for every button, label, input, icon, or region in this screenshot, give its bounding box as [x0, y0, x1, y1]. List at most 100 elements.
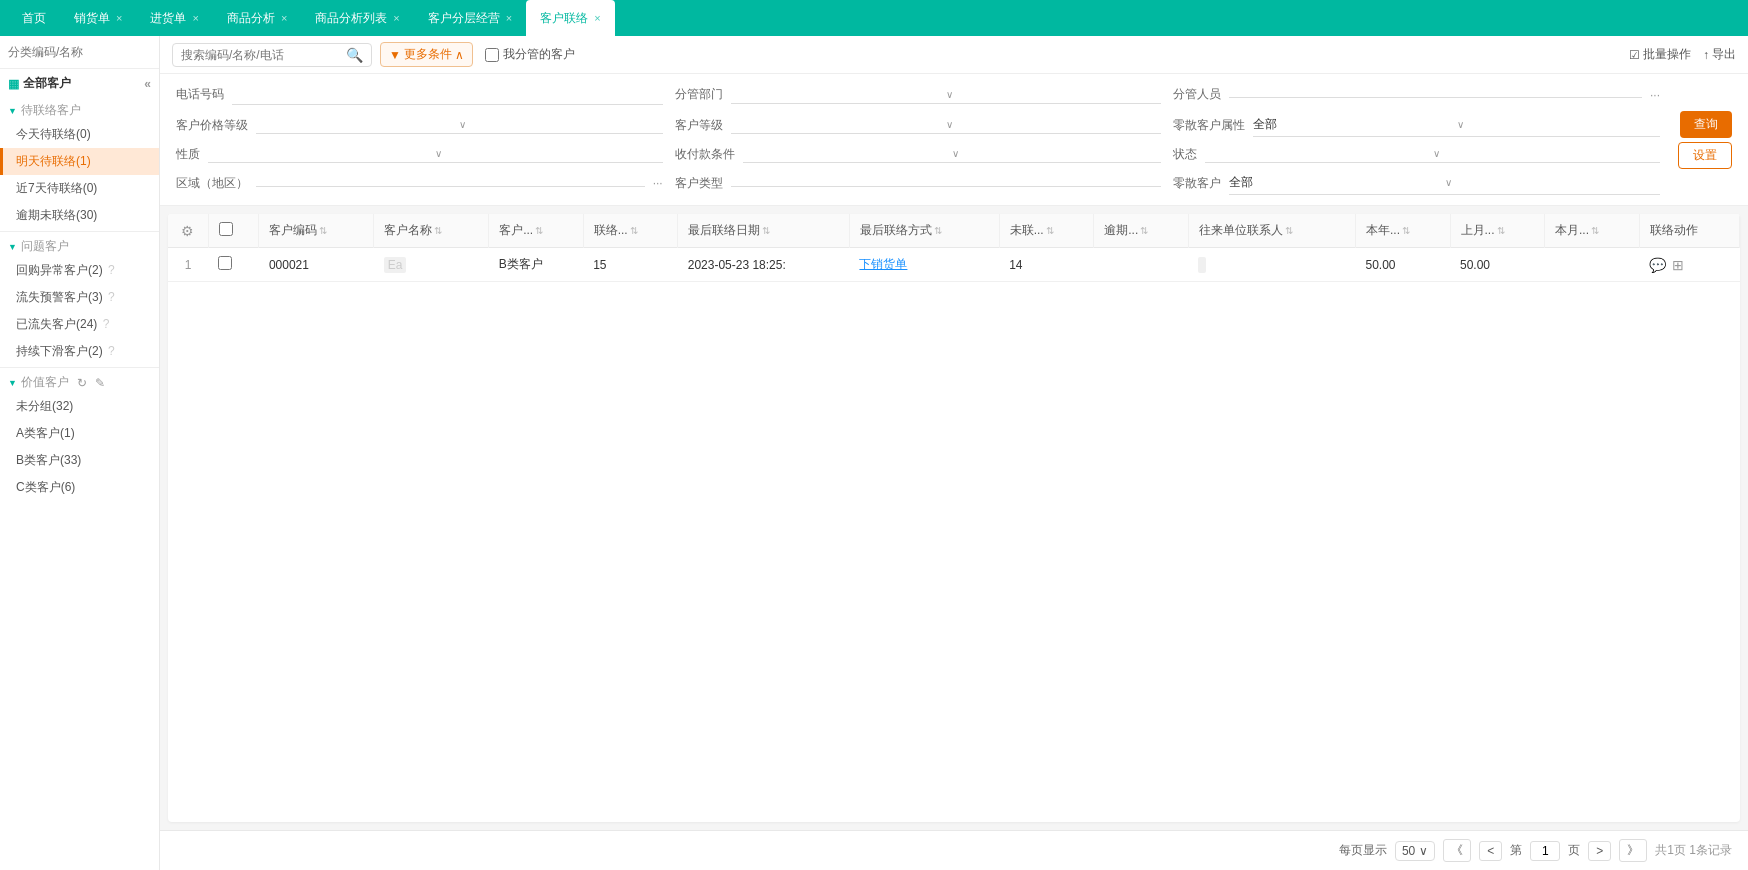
- region-select[interactable]: [256, 180, 645, 187]
- customer-type-select[interactable]: [731, 180, 1162, 187]
- nav-purchase[interactable]: 进货单 ×: [136, 0, 212, 36]
- query-btn[interactable]: 查询: [1680, 111, 1732, 138]
- last-page-btn[interactable]: 》: [1619, 839, 1647, 862]
- sidebar-item-churn-warn[interactable]: 流失预警客户(3) ?: [0, 284, 159, 311]
- payment-select[interactable]: ∨: [743, 145, 1162, 163]
- th-customer-type[interactable]: 客户... ⇅: [489, 214, 584, 248]
- td-checkbox[interactable]: [208, 248, 259, 282]
- td-this-year: 50.00: [1355, 248, 1450, 282]
- scatter-select[interactable]: 全部 ∨: [1229, 171, 1660, 195]
- search-input-wrap: 🔍: [172, 43, 372, 67]
- page-size-select[interactable]: 50 ∨: [1395, 841, 1435, 861]
- edit-icon[interactable]: ✎: [95, 376, 105, 390]
- th-last-contact-method[interactable]: 最后联络方式 ⇅: [849, 214, 999, 248]
- first-page-btn[interactable]: 《: [1443, 839, 1471, 862]
- th-code[interactable]: 客户编码 ⇅: [259, 214, 374, 248]
- bulk-action-btn[interactable]: ☑ 批量操作: [1629, 46, 1691, 63]
- price-grade-select[interactable]: ∨: [256, 116, 663, 134]
- sidebar-item-c-class[interactable]: C类客户(6): [0, 474, 159, 501]
- phone-input[interactable]: [232, 84, 663, 105]
- my-customers-check[interactable]: 我分管的客户: [485, 46, 575, 63]
- close-icon[interactable]: ×: [393, 12, 399, 24]
- td-customer-type: B类客户: [489, 248, 584, 282]
- triangle-icon: ▼: [8, 242, 17, 252]
- close-icon[interactable]: ×: [116, 12, 122, 24]
- next-page-btn[interactable]: >: [1588, 841, 1611, 861]
- close-icon[interactable]: ×: [594, 12, 600, 24]
- sidebar-item-declining[interactable]: 持续下滑客户(2) ?: [0, 338, 159, 365]
- my-customers-checkbox[interactable]: [485, 48, 499, 62]
- nav-analysis[interactable]: 商品分析 ×: [213, 0, 301, 36]
- nav-analysis-list[interactable]: 商品分析列表 ×: [301, 0, 413, 36]
- sort-icon: ⇅: [1285, 225, 1293, 236]
- th-last-month[interactable]: 上月... ⇅: [1450, 214, 1545, 248]
- dept-select[interactable]: ∨: [731, 86, 1162, 104]
- nav-customer-layer[interactable]: 客户分层经营 ×: [414, 0, 526, 36]
- nature-select[interactable]: ∨: [208, 145, 663, 163]
- sidebar-item-week[interactable]: 近7天待联络(0): [0, 175, 159, 202]
- sidebar-item-ungroup[interactable]: 未分组(32): [0, 393, 159, 420]
- search-icon[interactable]: 🔍: [346, 47, 363, 63]
- chat-icon[interactable]: 💬: [1649, 257, 1666, 273]
- sidebar: 🔍 ▦ 全部客户 « ▼ 待联络客户 今天待联络(0) 明天待联络(1) 近7天…: [0, 36, 160, 870]
- manager-select[interactable]: [1229, 91, 1642, 98]
- gear-icon[interactable]: ⚙: [181, 223, 194, 239]
- th-name[interactable]: 客户名称 ⇅: [374, 214, 489, 248]
- set-btn[interactable]: 设置: [1678, 142, 1732, 169]
- close-icon[interactable]: ×: [506, 12, 512, 24]
- th-unit-contact[interactable]: 往来单位联系人 ⇅: [1188, 214, 1355, 248]
- th-overdue[interactable]: 逾期... ⇅: [1094, 214, 1189, 248]
- more-icon[interactable]: ···: [1650, 88, 1660, 102]
- sort-icon: ⇅: [1402, 225, 1410, 236]
- sidebar-item-today[interactable]: 今天待联络(0): [0, 121, 159, 148]
- status-select[interactable]: ∨: [1205, 145, 1660, 163]
- contact-method-link[interactable]: 下销货单: [859, 257, 907, 271]
- sidebar-item-a-class[interactable]: A类客户(1): [0, 420, 159, 447]
- th-this-year[interactable]: 本年... ⇅: [1355, 214, 1450, 248]
- close-icon[interactable]: ×: [281, 12, 287, 24]
- search-input[interactable]: [181, 48, 346, 62]
- nav-home[interactable]: 首页: [8, 0, 60, 36]
- nav-customer-contact[interactable]: 客户联络 ×: [526, 0, 614, 36]
- th-last-contact-date[interactable]: 最后联络日期 ⇅: [678, 214, 850, 248]
- sort-icon: ⇅: [762, 225, 770, 236]
- scatter-attr-select[interactable]: 全部 ∨: [1253, 113, 1660, 137]
- select-all-checkbox[interactable]: [219, 222, 233, 236]
- refresh-icon[interactable]: ↻: [77, 376, 87, 390]
- sidebar-item-tomorrow[interactable]: 明天待联络(1): [0, 148, 159, 175]
- close-icon[interactable]: ×: [192, 12, 198, 24]
- page-input[interactable]: [1530, 841, 1560, 861]
- masked-unit-contact: [1198, 257, 1206, 273]
- th-contact[interactable]: 联络... ⇅: [583, 214, 678, 248]
- sidebar-item-churned[interactable]: 已流失客户(24) ?: [0, 311, 159, 338]
- td-actions: 💬 ⊞: [1639, 248, 1739, 282]
- sidebar-item-overdue[interactable]: 逾期未联络(30): [0, 202, 159, 229]
- sidebar-group-pending[interactable]: ▼ 待联络客户: [0, 98, 159, 121]
- td-code: 000021: [259, 248, 374, 282]
- sidebar-collapse-btn[interactable]: «: [144, 77, 151, 91]
- filter-row-1: 电话号码 分管部门 ∨ 分管人员: [176, 84, 1672, 105]
- more-icon[interactable]: ···: [653, 176, 663, 190]
- sidebar-group-value[interactable]: ▼ 价值客户 ↻ ✎: [0, 370, 159, 393]
- sidebar-search-input[interactable]: [8, 45, 158, 59]
- th-uncontacted[interactable]: 未联... ⇅: [999, 214, 1094, 248]
- td-uncontacted: 14: [999, 248, 1094, 282]
- prev-page-btn[interactable]: <: [1479, 841, 1502, 861]
- sidebar-item-b-class[interactable]: B类客户(33): [0, 447, 159, 474]
- th-action: 联络动作: [1639, 214, 1739, 248]
- export-icon: ↑: [1703, 48, 1709, 62]
- grid-action-icon[interactable]: ⊞: [1672, 257, 1684, 273]
- th-gear[interactable]: ⚙: [168, 214, 208, 248]
- td-last-month: 50.00: [1450, 248, 1545, 282]
- customer-grade-select[interactable]: ∨: [731, 116, 1162, 134]
- sort-icon: ⇅: [535, 225, 543, 236]
- nav-sales[interactable]: 销货单 ×: [60, 0, 136, 36]
- filter-cell-payment: 收付款条件 ∨: [675, 145, 1174, 163]
- more-filter-btn[interactable]: ▼ 更多条件 ∧: [380, 42, 473, 67]
- sidebar-group-problem[interactable]: ▼ 问题客户: [0, 234, 159, 257]
- row-checkbox[interactable]: [218, 256, 232, 270]
- th-checkbox[interactable]: [208, 214, 259, 248]
- export-btn[interactable]: ↑ 导出: [1703, 46, 1736, 63]
- th-this-month[interactable]: 本月... ⇅: [1545, 214, 1640, 248]
- sidebar-item-abnormal[interactable]: 回购异常客户(2) ?: [0, 257, 159, 284]
